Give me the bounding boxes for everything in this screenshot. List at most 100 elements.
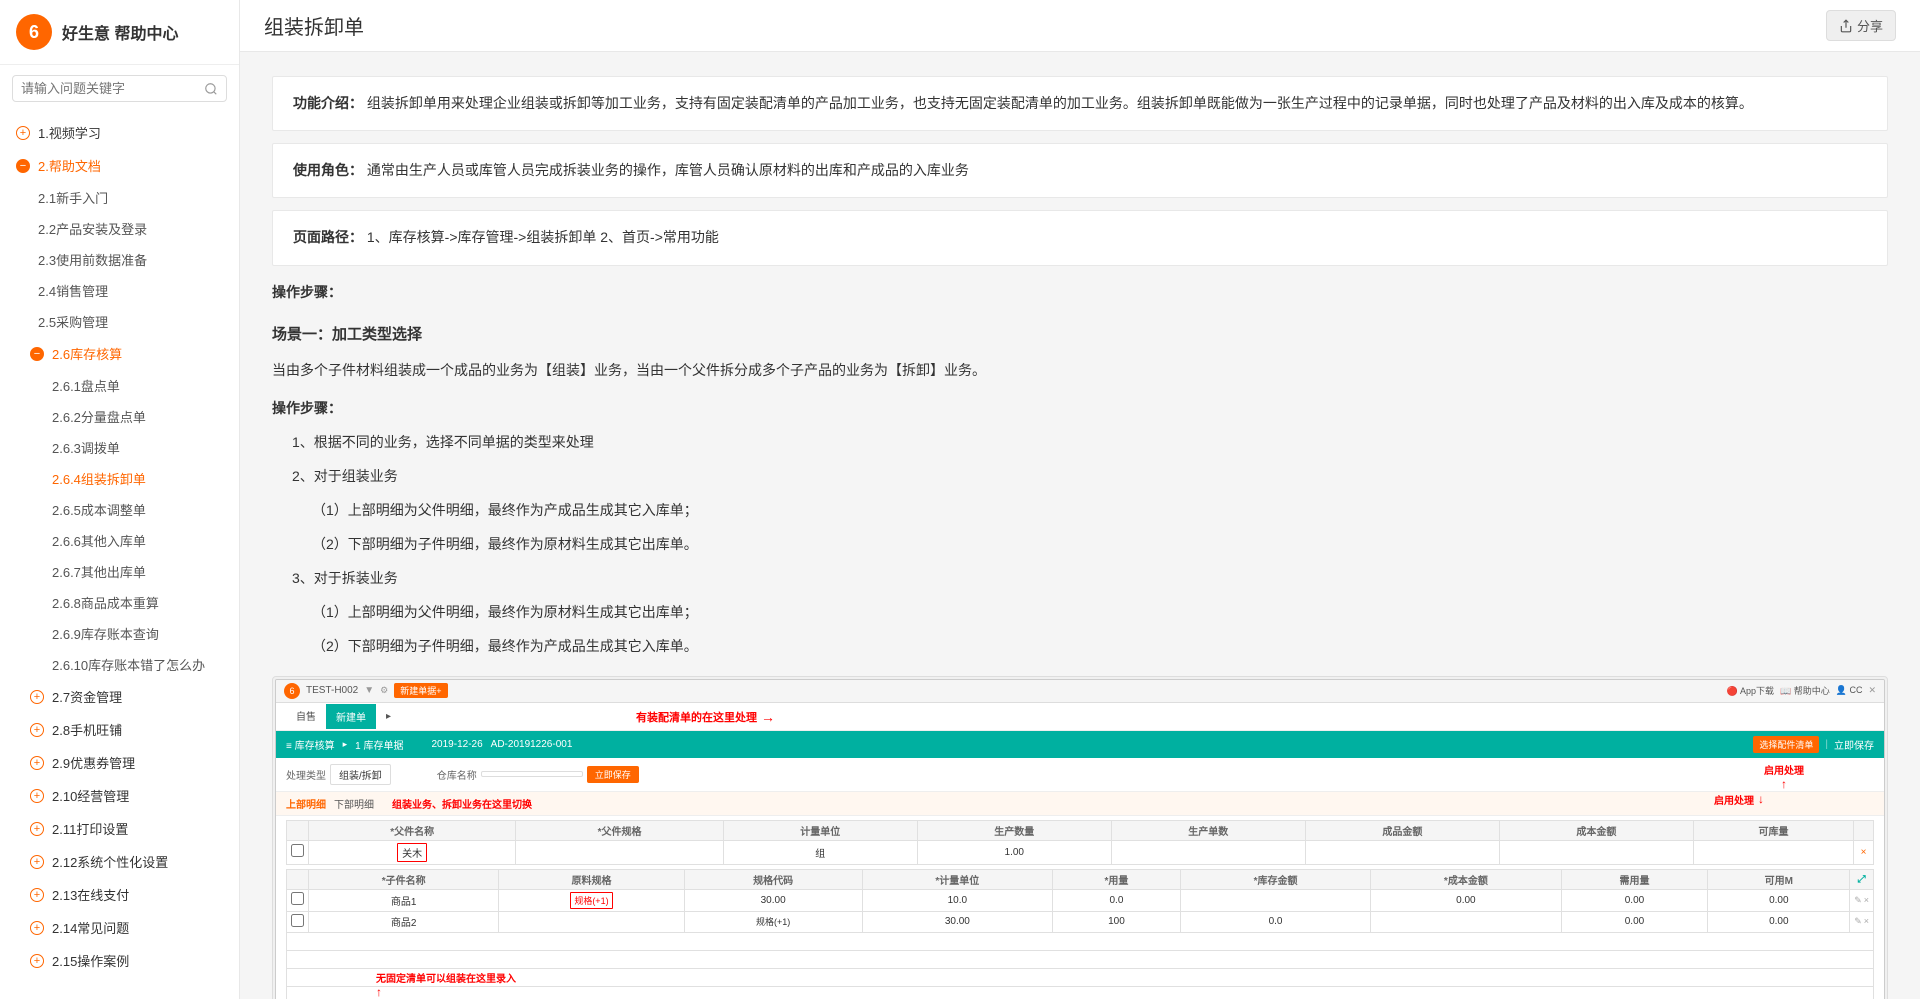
form-type-label: 处理类型 xyxy=(286,767,326,782)
step2-1: （1）上部明细为父件明细，最终作为产成品生成其它入库单； xyxy=(272,496,1888,524)
lower-row-1-edit[interactable]: ✎ xyxy=(1854,895,1862,906)
scenario1-desc: 当由多个子件材料组装成一个成品的业务为【组装】业务，当由一个父件拆分成多个子产品… xyxy=(272,356,1888,384)
sidebar-item-docs-214[interactable]: + 2.14常见问题 xyxy=(0,911,239,944)
lower-cell-2-check[interactable] xyxy=(287,911,309,932)
step2-2: （2）下部明细为子件明细，最终作为原材料生成其它出库单。 xyxy=(272,530,1888,558)
upper-cell-op[interactable]: × xyxy=(1854,840,1874,864)
sidebar-item-docs-22[interactable]: 2.2产品安装及登录 xyxy=(0,213,239,244)
step2: 2、对于组装业务 xyxy=(272,462,1888,490)
sidebar-item-docs-2610[interactable]: 2.6.10库存账本错了怎么办 xyxy=(0,649,239,680)
sidebar-item-docs-213[interactable]: + 2.13在线支付 xyxy=(0,878,239,911)
lower-row-2-delete[interactable]: × xyxy=(1864,916,1869,927)
upper-cell-check[interactable] xyxy=(287,840,309,864)
search-input[interactable] xyxy=(21,81,204,96)
annotation-arrow4: ↑ xyxy=(376,985,382,999)
lower-row-2[interactable]: 商品2 规格(+1) 30.00 100 0.0 0.00 xyxy=(287,911,1874,932)
sidebar-item-docs-27[interactable]: + 2.7资金管理 xyxy=(0,680,239,713)
lower-cell-1-op[interactable]: ✎ × xyxy=(1850,889,1874,911)
upper-cell-cost-amt xyxy=(1499,840,1693,864)
upper-row-delete[interactable]: × xyxy=(1861,847,1867,858)
app-tab-home[interactable]: 自售 xyxy=(286,703,326,730)
app-type-btn[interactable]: 选择配件清单 xyxy=(1753,736,1819,753)
lower-cell-2-need: 0.00 xyxy=(1561,911,1708,932)
lower-row-1-checkbox[interactable] xyxy=(291,892,304,905)
lower-row-2-edit[interactable]: ✎ xyxy=(1854,916,1862,927)
sidebar-item-docs[interactable]: − 2.帮助文档 xyxy=(0,149,239,182)
app-close-icon[interactable]: ✕ xyxy=(1868,685,1876,696)
sidebar-item-docs-267[interactable]: 2.6.7其他出库单 xyxy=(0,556,239,587)
upper-th-avail: 可库量 xyxy=(1693,820,1853,840)
scenario1-label: 场景一：加工类型选择 xyxy=(272,320,1888,350)
sidebar-item-docs-262[interactable]: 2.6.2分量盘点单 xyxy=(0,401,239,432)
sidebar-item-docs-269[interactable]: 2.6.9库存账本查询 xyxy=(0,618,239,649)
upper-cell-name[interactable]: 关木 xyxy=(309,840,516,864)
share-button[interactable]: 分享 xyxy=(1826,10,1896,41)
app-tab-new[interactable]: 新建单 xyxy=(326,704,376,729)
sidebar-item-docs-264[interactable]: 2.6.4组装拆卸单 xyxy=(0,463,239,494)
main-content: 组装拆卸单 分享 功能介绍： 组装拆卸单用来处理企业组装或拆卸等加工业务，支持有… xyxy=(240,0,1920,999)
annotation-no-bom-text: 无固定清单可以组装在这里录入 xyxy=(376,970,516,985)
app-subtab-upper[interactable]: 上部明细 xyxy=(286,796,326,811)
form-type-value[interactable]: 组装/拆卸 xyxy=(330,764,391,785)
sidebar-item-docs-29[interactable]: + 2.9优惠券管理 xyxy=(0,746,239,779)
function-intro-label: 功能介绍： xyxy=(293,95,363,111)
upper-cell-spec xyxy=(516,840,723,864)
lower-cell-2-qty: 100 xyxy=(1053,911,1181,932)
lower-row-1-delete[interactable]: × xyxy=(1864,895,1869,906)
lower-th-qty: *用量 xyxy=(1053,869,1181,889)
function-intro-block: 功能介绍： 组装拆卸单用来处理企业组装或拆卸等加工业务，支持有固定装配清单的产品… xyxy=(272,76,1888,131)
lower-row-1[interactable]: 商品1 规格(+1) 30.00 10.0 0.0 0.00 0. xyxy=(287,889,1874,911)
search-box[interactable] xyxy=(12,75,227,102)
sidebar-item-docs-268[interactable]: 2.6.8商品成本重算 xyxy=(0,587,239,618)
lower-cell-2-stock: 0.0 xyxy=(1180,911,1370,932)
content-area: 功能介绍： 组装拆卸单用来处理企业组装或拆卸等加工业务，支持有固定装配清单的产品… xyxy=(240,52,1920,999)
lower-expand-icon[interactable]: ⤢ xyxy=(1858,874,1866,885)
sidebar-item-docs-261[interactable]: 2.6.1盘点单 xyxy=(0,370,239,401)
upper-th-spec: *父件规格 xyxy=(516,820,723,840)
sidebar-item-docs-21[interactable]: 2.1新手入门 xyxy=(0,182,239,213)
page-title: 组装拆卸单 xyxy=(264,11,364,40)
lower-cell-1-check[interactable] xyxy=(287,889,309,911)
sidebar-item-docs-210[interactable]: + 2.10经营管理 xyxy=(0,779,239,812)
sidebar-item-docs-25[interactable]: 2.5采购管理 xyxy=(0,306,239,337)
upper-cell-prod-num xyxy=(1111,840,1305,864)
lower-cell-2-cost xyxy=(1371,911,1561,932)
minus-icon-26: − xyxy=(30,347,44,361)
sidebar-item-docs-266[interactable]: 2.6.6其他入库单 xyxy=(0,525,239,556)
upper-cell-prod-qty: 1.00 xyxy=(917,840,1111,864)
annotation-bom-text: 有装配清单的在这里处理 xyxy=(636,709,757,725)
lower-row-2-checkbox[interactable] xyxy=(291,914,304,927)
upper-row-1[interactable]: 关木 组 1.00 × xyxy=(287,840,1874,864)
app-toolbar-back[interactable]: ≡ 库存核算 xyxy=(286,737,335,752)
app-save-confirm[interactable]: 立即保存 xyxy=(587,766,639,783)
sidebar-item-docs-263[interactable]: 2.6.3调拨单 xyxy=(0,432,239,463)
sidebar-item-docs-211-label: 2.11打印设置 xyxy=(52,819,128,838)
sidebar-item-docs-215[interactable]: + 2.15操作案例 xyxy=(0,944,239,977)
sidebar-item-docs-29-label: 2.9优惠券管理 xyxy=(52,753,135,772)
upper-row-checkbox[interactable] xyxy=(291,844,304,857)
app-toolbar-bill-type[interactable]: 1 库存单据 xyxy=(355,737,403,752)
form-warehouse-label: 仓库名称 xyxy=(437,767,477,782)
sidebar-item-docs-28[interactable]: + 2.8手机旺铺 xyxy=(0,713,239,746)
lower-cell-1-qty: 0.0 xyxy=(1053,889,1181,911)
lower-cell-2-op[interactable]: ✎ × xyxy=(1850,911,1874,932)
sidebar-item-docs-24[interactable]: 2.4销售管理 xyxy=(0,275,239,306)
sidebar-item-docs-265[interactable]: 2.6.5成本调整单 xyxy=(0,494,239,525)
app-btn-save[interactable]: 立即保存 xyxy=(1834,737,1874,752)
sidebar-item-docs-211[interactable]: + 2.11打印设置 xyxy=(0,812,239,845)
upper-th-unit: 计量单位 xyxy=(723,820,917,840)
app-btn-new[interactable]: 新建单据+ xyxy=(394,683,447,698)
sidebar-item-docs-23[interactable]: 2.3使用前数据准备 xyxy=(0,244,239,275)
app-subtab-lower[interactable]: 下部明细 xyxy=(334,796,374,811)
lower-cell-1-code: 30.00 xyxy=(684,889,862,911)
logo-icon: 6 xyxy=(16,14,52,50)
upper-th-name: *父件名称 xyxy=(309,820,516,840)
lower-th-check xyxy=(287,869,309,889)
upper-th-prod-qty: 生产数量 xyxy=(917,820,1111,840)
sidebar-item-video[interactable]: + 1.视频学习 xyxy=(0,116,239,149)
path-label: 页面路径： xyxy=(293,229,363,245)
form-warehouse-value[interactable] xyxy=(481,771,583,777)
sidebar-item-docs-26[interactable]: − 2.6库存核算 xyxy=(0,337,239,370)
sidebar-item-docs-212[interactable]: + 2.12系统个性化设置 xyxy=(0,845,239,878)
app-tab-more[interactable]: ▸ xyxy=(376,706,401,727)
